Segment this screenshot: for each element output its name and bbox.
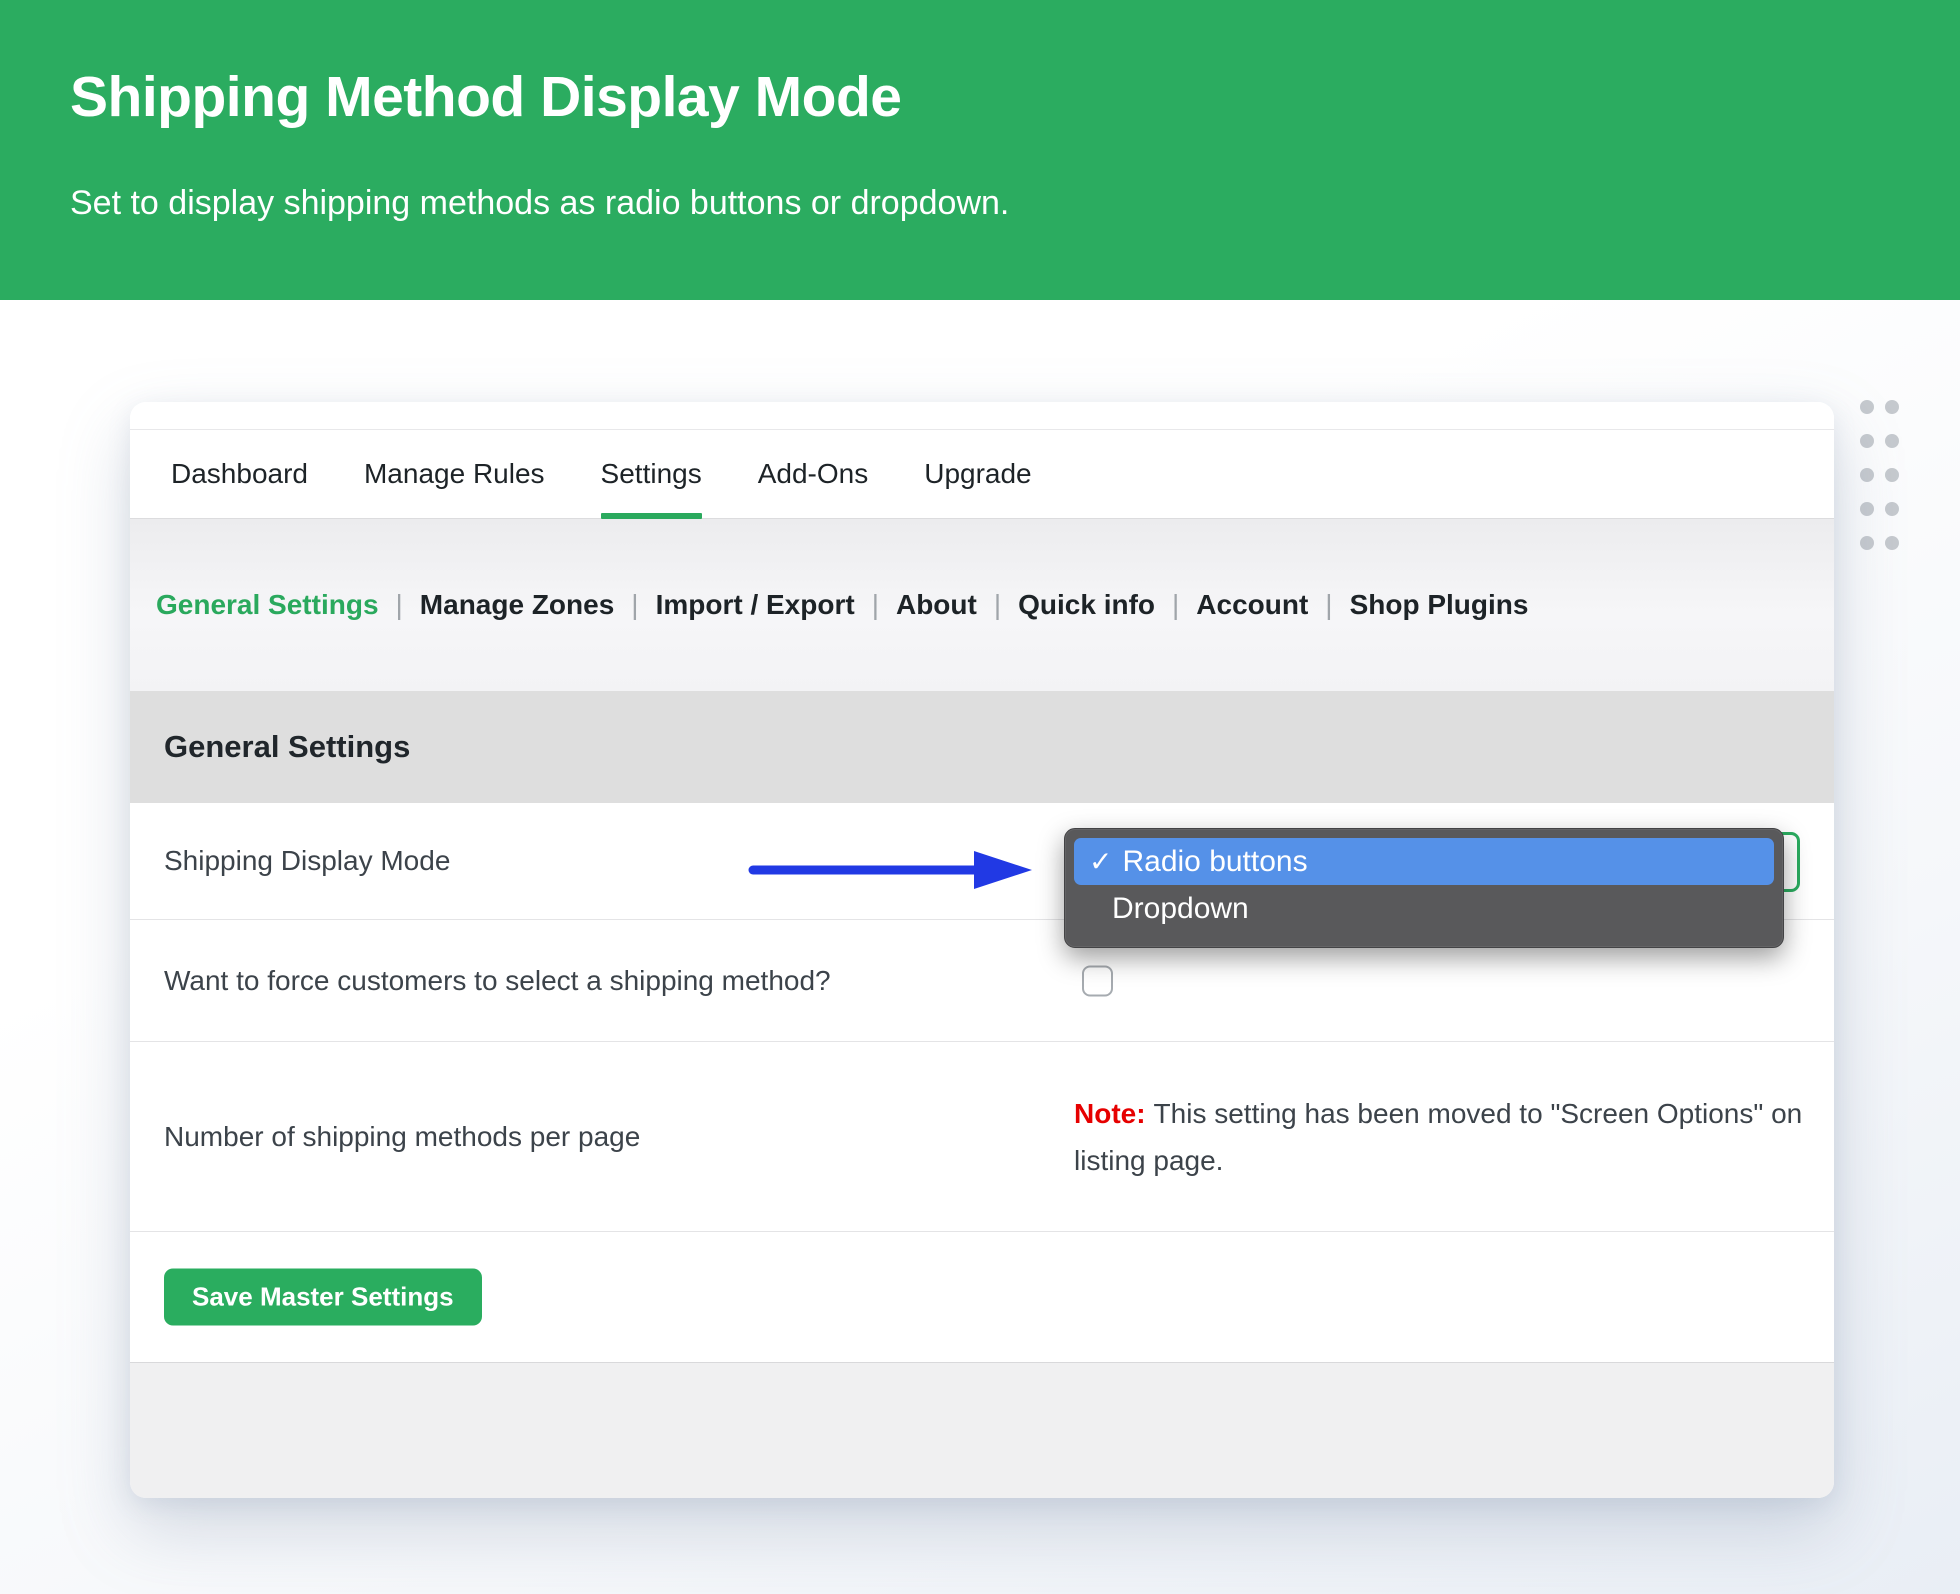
page-title: Shipping Method Display Mode [70, 65, 902, 129]
dot [1860, 400, 1874, 414]
note-label: Note: [1074, 1097, 1146, 1129]
tab-dashboard[interactable]: Dashboard [171, 430, 308, 518]
subnav-general-settings[interactable]: General Settings [156, 589, 379, 621]
subnav-separator: | [631, 589, 639, 620]
subnav-separator: | [395, 589, 403, 620]
decorative-dot-grid [1860, 400, 1899, 550]
dot [1860, 468, 1874, 482]
button-row: Save Master Settings [130, 1232, 1834, 1362]
dropdown-option-label: Radio buttons [1122, 844, 1308, 878]
shipping-display-mode-dropdown-menu: ✓ Radio buttons Dropdown [1064, 828, 1784, 948]
subnav-about[interactable]: About [896, 589, 977, 621]
tab-settings[interactable]: Settings [600, 430, 702, 519]
save-master-settings-button[interactable]: Save Master Settings [164, 1268, 482, 1326]
settings-card: Dashboard Manage Rules Settings Add-Ons … [130, 402, 1834, 1498]
force-shipping-method-checkbox[interactable] [1082, 965, 1113, 996]
subnav-separator: | [993, 589, 1002, 620]
hero-banner: Shipping Method Display Mode Set to disp… [0, 0, 1960, 300]
dot [1860, 536, 1874, 550]
dot [1885, 400, 1899, 414]
subnav-import-export[interactable]: Import / Export [656, 589, 855, 621]
main-tabbar: Dashboard Manage Rules Settings Add-Ons … [130, 430, 1834, 519]
dot [1860, 502, 1874, 516]
subnav-separator: | [1172, 589, 1180, 620]
pointer-arrow-icon [748, 851, 1032, 889]
tab-add-ons[interactable]: Add-Ons [758, 430, 869, 518]
section-heading: General Settings [164, 729, 411, 764]
dot [1885, 468, 1899, 482]
methods-per-page-label: Number of shipping methods per page [164, 1120, 641, 1152]
methods-per-page-note: Note: This setting has been moved to "Scr… [1074, 1090, 1822, 1184]
subnav-separator: | [871, 589, 879, 620]
dropdown-option-dropdown[interactable]: Dropdown [1065, 885, 1783, 932]
dot [1860, 434, 1874, 448]
section-header-bar: General Settings [130, 691, 1834, 803]
dropdown-option-radio-buttons[interactable]: ✓ Radio buttons [1074, 838, 1774, 885]
note-text: This setting has been moved to "Screen O… [1074, 1097, 1803, 1176]
force-shipping-method-label: Want to force customers to select a ship… [164, 964, 831, 996]
card-top-strip [130, 402, 1834, 430]
shipping-display-mode-label: Shipping Display Mode [164, 845, 451, 876]
page-subtitle: Set to display shipping methods as radio… [70, 184, 1010, 222]
subnav-manage-zones[interactable]: Manage Zones [420, 589, 614, 621]
tab-manage-rules[interactable]: Manage Rules [364, 430, 545, 518]
subnav-separator: | [1325, 589, 1333, 620]
page: Shipping Method Display Mode Set to disp… [0, 0, 1960, 1594]
dot [1885, 536, 1899, 550]
setting-row-methods-per-page: Number of shipping methods per page Note… [130, 1042, 1834, 1232]
settings-subnav: General Settings | Manage Zones | Import… [130, 519, 1834, 691]
tab-upgrade[interactable]: Upgrade [924, 430, 1031, 518]
checkmark-icon: ✓ [1089, 846, 1113, 877]
subnav-account[interactable]: Account [1196, 589, 1308, 621]
card-footer [130, 1362, 1834, 1498]
subnav-quick-info[interactable]: Quick info [1018, 589, 1155, 621]
dropdown-option-label: Dropdown [1112, 891, 1249, 925]
dot [1885, 434, 1899, 448]
subnav-shop-plugins[interactable]: Shop Plugins [1350, 589, 1529, 621]
dot [1885, 502, 1899, 516]
